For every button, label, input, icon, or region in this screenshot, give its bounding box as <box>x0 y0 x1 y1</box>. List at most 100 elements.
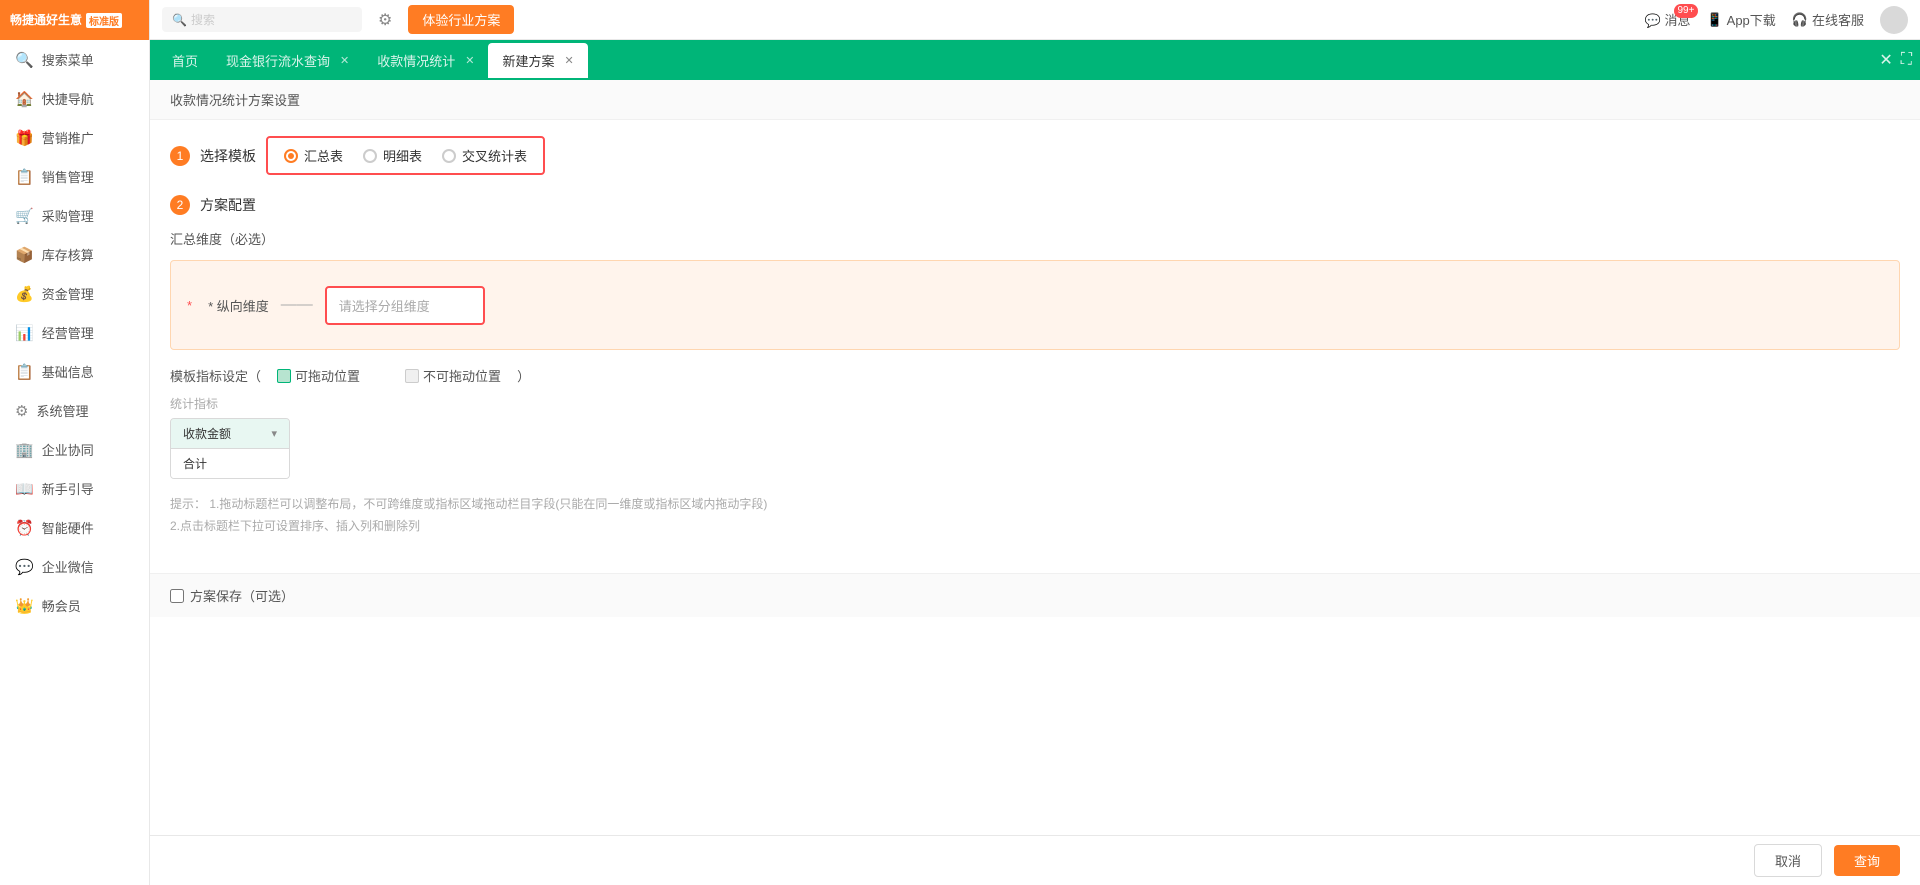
indicator-title: 模板指标设定（ <box>170 366 261 385</box>
home-icon: 🏠 <box>15 90 34 108</box>
gift-icon: 🎁 <box>15 129 34 147</box>
operations-icon: 📊 <box>15 324 34 342</box>
notification-bell[interactable]: 💬 消息 99+ <box>1645 10 1691 29</box>
radio-cross[interactable]: 交叉统计表 <box>442 146 527 165</box>
stat-row-label: 合计 <box>183 457 207 471</box>
notification-badge: 99+ <box>1674 4 1699 18</box>
sidebar-item-finance[interactable]: 💰 资金管理 <box>0 274 149 313</box>
sidebar-label-baseinfo: 基础信息 <box>42 362 94 381</box>
online-service[interactable]: 🎧 在线客服 <box>1792 10 1864 29</box>
sidebar-label-system: 系统管理 <box>36 401 88 420</box>
sales-icon: 📋 <box>15 168 34 186</box>
radio-dot-cross <box>442 149 456 163</box>
tab-maximize-icon[interactable]: ⛶ <box>1901 51 1912 69</box>
save-plan-checkbox[interactable] <box>170 589 184 603</box>
page-wrapper: 收款情况统计方案设置 1 选择模板 汇总表 <box>150 80 1920 835</box>
step2-section: 2 方案配置 汇总维度（必选） * * 纵向维度 —— 请选 <box>170 195 1900 537</box>
sidebar-item-quick-nav[interactable]: 🏠 快捷导航 <box>0 79 149 118</box>
sidebar-label-marketing: 营销推广 <box>42 128 94 147</box>
dimension-select[interactable]: 请选择分组维度 <box>325 286 485 325</box>
sidebar-item-inventory[interactable]: 📦 库存核算 <box>0 235 149 274</box>
step2-title: 方案配置 <box>200 195 256 215</box>
step1-header: 1 选择模板 汇总表 明细表 <box>170 136 1900 175</box>
page-footer: 方案保存（可选） <box>150 573 1920 617</box>
wechat-icon: 💬 <box>15 558 34 576</box>
stat-table-cell: 合计 <box>171 449 289 478</box>
sidebar-item-marketing[interactable]: 🎁 营销推广 <box>0 118 149 157</box>
sidebar-label-search: 搜索菜单 <box>42 50 94 69</box>
indicator-label-row: 模板指标设定（ 可拖动位置 不可拖动位置 ） <box>170 366 1900 385</box>
settings-icon[interactable]: ⚙ <box>378 10 392 30</box>
main-area: 🔍 搜索 ⚙ 体验行业方案 💬 消息 99+ 📱 App下载 🎧 在线客服 首页 <box>150 0 1920 885</box>
download-label: App下载 <box>1727 10 1776 29</box>
radio-label-detail: 明细表 <box>383 146 422 165</box>
sidebar: 畅捷通好生意 标准版 🔍 搜索菜单 🏠 快捷导航 🎁 营销推广 📋 销售管理 🛒… <box>0 0 150 885</box>
tip-line-1: 提示： 1.拖动标题栏可以调整布局，不可跨维度或指标区域拖动栏目字段(只能在同一… <box>170 494 1900 516</box>
sidebar-item-operations[interactable]: 📊 经营管理 <box>0 313 149 352</box>
sidebar-item-search-menu[interactable]: 🔍 搜索菜单 <box>0 40 149 79</box>
stat-table-header[interactable]: 收款金额 ▾ <box>171 419 289 449</box>
purchase-icon: 🛒 <box>15 207 34 225</box>
template-options: 汇总表 明细表 交叉统计表 <box>266 136 545 175</box>
stat-table-section-label: 统计指标 <box>170 395 1900 412</box>
tab-close-all-icon[interactable]: ✕ <box>1879 50 1892 70</box>
topbar: 🔍 搜索 ⚙ 体验行业方案 💬 消息 99+ 📱 App下载 🎧 在线客服 <box>150 0 1920 40</box>
sidebar-item-smart-hw[interactable]: ⏰ 智能硬件 <box>0 508 149 547</box>
stat-table: 收款金额 ▾ 合计 <box>170 418 290 479</box>
service-icon: 🎧 <box>1792 12 1808 28</box>
tip-line-2: 2.点击标题栏下拉可设置排序、插入列和删除列 <box>170 516 1900 538</box>
indicator-settings: 模板指标设定（ 可拖动位置 不可拖动位置 ） <box>170 366 1900 482</box>
trial-button[interactable]: 体验行业方案 <box>408 5 514 34</box>
sidebar-item-guide[interactable]: 📖 新手引导 <box>0 469 149 508</box>
user-avatar[interactable] <box>1880 6 1908 34</box>
tab-cashflow-close[interactable]: ✕ <box>340 54 349 67</box>
non-draggable-legend-box <box>405 369 419 383</box>
tips-section: 提示： 1.拖动标题栏可以调整布局，不可跨维度或指标区域拖动栏目字段(只能在同一… <box>170 494 1900 537</box>
row-dimension-label: * 纵向维度 <box>208 296 269 315</box>
sidebar-item-sales[interactable]: 📋 销售管理 <box>0 157 149 196</box>
sidebar-label-operations: 经营管理 <box>42 323 94 342</box>
save-plan-checkbox-label[interactable]: 方案保存（可选） <box>170 586 294 605</box>
radio-summary[interactable]: 汇总表 <box>284 146 343 165</box>
topbar-right: 💬 消息 99+ 📱 App下载 🎧 在线客服 <box>1645 6 1908 34</box>
app-download[interactable]: 📱 App下载 <box>1706 10 1775 29</box>
system-icon: ⚙ <box>15 402 28 420</box>
tab-new-plan[interactable]: 新建方案 ✕ <box>488 43 587 78</box>
tab-collection[interactable]: 收款情况统计 ✕ <box>363 43 488 78</box>
dimension-section-title: 汇总维度（必选） <box>170 229 1900 248</box>
cancel-button[interactable]: 取消 <box>1754 844 1822 877</box>
page-title: 收款情况统计方案设置 <box>170 93 300 108</box>
page-header: 收款情况统计方案设置 <box>150 80 1920 120</box>
bottom-action-bar: 取消 查询 <box>150 835 1920 885</box>
radio-detail[interactable]: 明细表 <box>363 146 422 165</box>
dimension-row: * * 纵向维度 —— 请选择分组维度 <box>187 286 485 325</box>
membership-icon: 👑 <box>15 597 34 615</box>
tab-cashflow[interactable]: 现金银行流水查询 ✕ <box>212 43 363 78</box>
query-button[interactable]: 查询 <box>1834 845 1900 876</box>
save-plan-label: 方案保存（可选） <box>190 586 294 605</box>
sidebar-label-sales: 销售管理 <box>42 167 94 186</box>
inventory-icon: 📦 <box>15 246 34 264</box>
sidebar-label-finance: 资金管理 <box>42 284 94 303</box>
sidebar-label-quicknav: 快捷导航 <box>42 89 94 108</box>
sidebar-label-wechat: 企业微信 <box>42 557 94 576</box>
tab-home[interactable]: 首页 <box>158 43 212 78</box>
radio-dot-detail <box>363 149 377 163</box>
sidebar-item-purchase[interactable]: 🛒 采购管理 <box>0 196 149 235</box>
smart-hw-icon: ⏰ <box>15 519 34 537</box>
tab-cashflow-label: 现金银行流水查询 <box>226 51 330 70</box>
sidebar-item-system[interactable]: ⚙ 系统管理 <box>0 391 149 430</box>
sidebar-item-enterprise[interactable]: 🏢 企业协同 <box>0 430 149 469</box>
brand-name: 畅捷通好生意 <box>10 13 82 27</box>
sidebar-label-enterprise: 企业协同 <box>42 440 94 459</box>
radio-dot-summary <box>284 149 298 163</box>
sidebar-logo: 畅捷通好生意 标准版 <box>0 0 149 40</box>
sidebar-item-enterprise-wechat[interactable]: 💬 企业微信 <box>0 547 149 586</box>
search-input[interactable]: 🔍 搜索 <box>162 7 362 32</box>
tab-newplan-close[interactable]: ✕ <box>565 54 574 67</box>
radio-label-summary: 汇总表 <box>304 146 343 165</box>
sidebar-item-base-info[interactable]: 📋 基础信息 <box>0 352 149 391</box>
sidebar-item-membership[interactable]: 👑 畅会员 <box>0 586 149 625</box>
tab-collection-close[interactable]: ✕ <box>465 54 474 67</box>
chevron-down-icon: ▾ <box>271 427 277 440</box>
